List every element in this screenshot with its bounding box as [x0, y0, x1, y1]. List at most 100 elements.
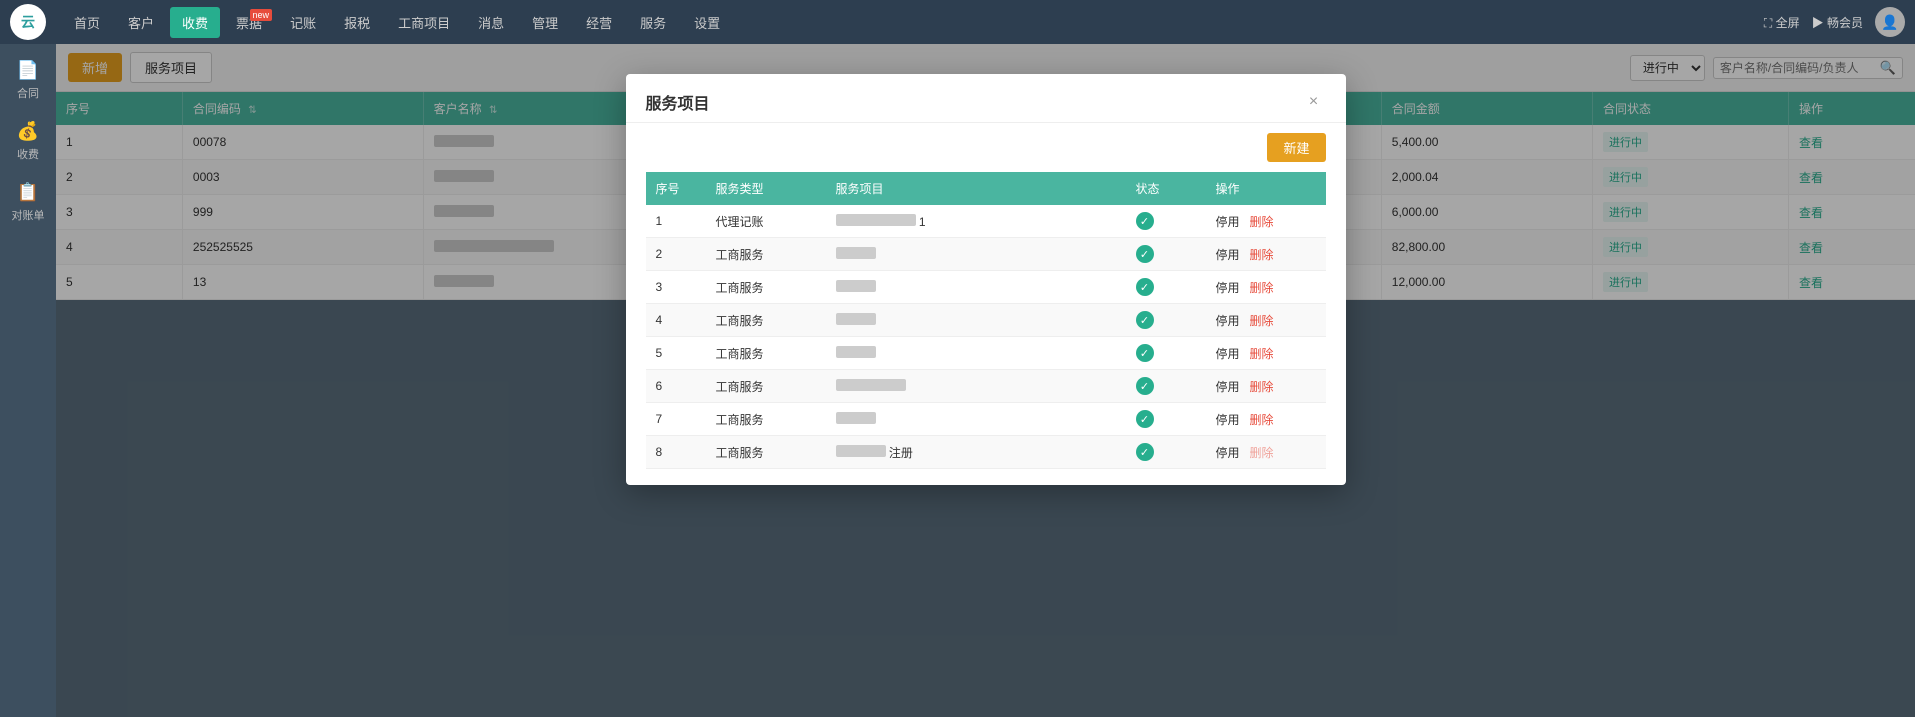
modal-cell-action: 停用 删除 [1206, 370, 1326, 403]
avatar[interactable]: 👤 [1875, 7, 1905, 37]
member-btn[interactable]: ▶ 畅会员 [1812, 14, 1863, 31]
modal-cell-action: 停用 删除 [1206, 436, 1326, 469]
service-items-table: 序号 服务类型 服务项目 状态 操作 1 代理记账 1 [646, 172, 1326, 469]
nav-settings[interactable]: 设置 [682, 7, 732, 38]
modal-cell-item [826, 271, 1126, 304]
modal-title: 服务项目 [646, 90, 710, 114]
modal-cell-type: 工商服务 [706, 304, 826, 337]
charge-icon: 💰 [17, 121, 39, 142]
modal-cell-status: ✓ [1126, 337, 1206, 370]
modal-cell-action: 停用 删除 [1206, 238, 1326, 271]
sidebar-label-statement: 对账单 [12, 207, 45, 223]
modal-toolbar: 新建 [626, 123, 1346, 172]
status-check-icon: ✓ [1136, 443, 1154, 461]
modal-cell-seq: 8 [646, 436, 706, 469]
modal-table-row: 3 工商服务 ✓ 停用 删除 [646, 271, 1326, 304]
stop-button[interactable]: 停用 [1216, 380, 1240, 394]
modal-col-type: 服务类型 [706, 172, 826, 205]
modal-cell-item [826, 238, 1126, 271]
modal-col-item: 服务项目 [826, 172, 1126, 205]
status-check-icon: ✓ [1136, 212, 1154, 230]
sidebar-label-contract: 合同 [17, 85, 39, 101]
modal-cell-type: 代理记账 [706, 205, 826, 238]
top-nav-right: ⛶ 全屏 ▶ 畅会员 👤 [1764, 7, 1905, 37]
sidebar-item-contract[interactable]: 📄 合同 [2, 52, 54, 109]
modal-cell-seq: 1 [646, 205, 706, 238]
sidebar-item-statement[interactable]: 📋 对账单 [2, 174, 54, 231]
stop-button[interactable]: 停用 [1216, 446, 1240, 460]
delete-button[interactable]: 删除 [1250, 281, 1274, 295]
status-check-icon: ✓ [1136, 344, 1154, 362]
modal-cell-item [826, 403, 1126, 436]
delete-button[interactable]: 删除 [1250, 248, 1274, 262]
modal-cell-seq: 3 [646, 271, 706, 304]
modal-col-seq: 序号 [646, 172, 706, 205]
modal-col-status: 状态 [1126, 172, 1206, 205]
main-layout: 📄 合同 💰 收费 📋 对账单 新增 服务项目 进行中 已完成 已终 [0, 44, 1915, 717]
service-items-modal: 服务项目 × 新建 序号 服务类型 服务项目 状态 [626, 74, 1346, 485]
nav-message[interactable]: 消息 [466, 7, 516, 38]
sidebar-item-charge[interactable]: 💰 收费 [2, 113, 54, 170]
delete-button[interactable]: 删除 [1250, 380, 1274, 394]
delete-button[interactable]: 删除 [1250, 215, 1274, 229]
status-check-icon: ✓ [1136, 377, 1154, 395]
modal-body: 序号 服务类型 服务项目 状态 操作 1 代理记账 1 [626, 172, 1346, 485]
modal-cell-status: ✓ [1126, 436, 1206, 469]
nav-manage[interactable]: 管理 [520, 7, 570, 38]
delete-button[interactable]: 删除 [1250, 347, 1274, 361]
contract-icon: 📄 [17, 60, 39, 81]
nav-service[interactable]: 服务 [628, 7, 678, 38]
modal-table-row: 8 工商服务 注册 ✓ 停用 删除 [646, 436, 1326, 469]
modal-cell-type: 工商服务 [706, 403, 826, 436]
stop-button[interactable]: 停用 [1216, 248, 1240, 262]
modal-cell-item: 1 [826, 205, 1126, 238]
status-check-icon: ✓ [1136, 410, 1154, 428]
modal-new-button[interactable]: 新建 [1267, 133, 1325, 162]
nav-tax[interactable]: 报税 [332, 7, 382, 38]
delete-button[interactable]: 删除 [1250, 446, 1274, 460]
nav-business[interactable]: 工商项目 [386, 7, 462, 38]
modal-cell-status: ✓ [1126, 238, 1206, 271]
modal-table-row: 4 工商服务 ✓ 停用 删除 [646, 304, 1326, 337]
new-badge: new [250, 9, 273, 21]
modal-close-button[interactable]: × [1302, 90, 1326, 114]
stop-button[interactable]: 停用 [1216, 413, 1240, 427]
stop-button[interactable]: 停用 [1216, 314, 1240, 328]
modal-table-row: 2 工商服务 ✓ 停用 删除 [646, 238, 1326, 271]
nav-ticket[interactable]: 票据 new [224, 7, 274, 38]
delete-button[interactable]: 删除 [1250, 314, 1274, 328]
delete-button[interactable]: 删除 [1250, 413, 1274, 427]
modal-cell-status: ✓ [1126, 304, 1206, 337]
modal-cell-seq: 6 [646, 370, 706, 403]
stop-button[interactable]: 停用 [1216, 281, 1240, 295]
modal-cell-seq: 7 [646, 403, 706, 436]
modal-col-action: 操作 [1206, 172, 1326, 205]
modal-cell-status: ✓ [1126, 403, 1206, 436]
nav-home[interactable]: 首页 [62, 7, 112, 38]
top-nav: 云 首页 客户 收费 票据 new 记账 报税 工商项目 消息 管理 [0, 0, 1915, 44]
stop-button[interactable]: 停用 [1216, 215, 1240, 229]
modal-cell-action: 停用 删除 [1206, 403, 1326, 436]
nav-account[interactable]: 记账 [278, 7, 328, 38]
modal-cell-type: 工商服务 [706, 271, 826, 304]
modal-cell-seq: 4 [646, 304, 706, 337]
status-check-icon: ✓ [1136, 278, 1154, 296]
modal-cell-seq: 5 [646, 337, 706, 370]
status-check-icon: ✓ [1136, 245, 1154, 263]
statement-icon: 📋 [17, 182, 39, 203]
stop-button[interactable]: 停用 [1216, 347, 1240, 361]
modal-table-row: 6 工商服务 ✓ 停用 删除 [646, 370, 1326, 403]
nav-charge[interactable]: 收费 [170, 7, 220, 38]
nav-operation[interactable]: 经营 [574, 7, 624, 38]
status-check-icon: ✓ [1136, 311, 1154, 329]
nav-customer[interactable]: 客户 [116, 7, 166, 38]
fullscreen-btn[interactable]: ⛶ 全屏 [1764, 14, 1800, 31]
modal-overlay: 服务项目 × 新建 序号 服务类型 服务项目 状态 [56, 44, 1915, 717]
modal-cell-type: 工商服务 [706, 436, 826, 469]
modal-table-row: 1 代理记账 1 ✓ 停用 删除 [646, 205, 1326, 238]
app-logo: 云 [10, 4, 46, 40]
modal-cell-item: 注册 [826, 436, 1126, 469]
modal-cell-type: 工商服务 [706, 337, 826, 370]
modal-cell-item [826, 337, 1126, 370]
modal-header: 服务项目 × [626, 74, 1346, 123]
